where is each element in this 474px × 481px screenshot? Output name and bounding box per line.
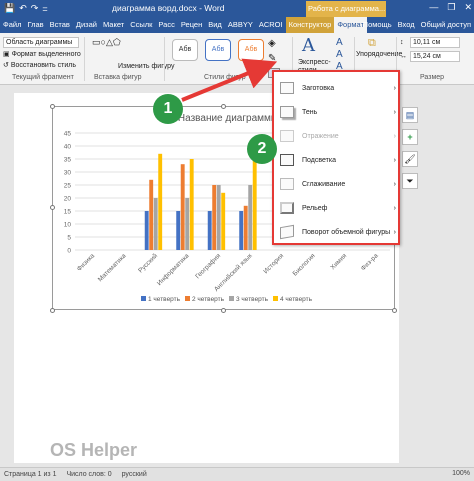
status-right: 100% <box>452 470 470 477</box>
watermark-logo: OS Helper <box>18 438 158 464</box>
watermark-text: OS Helper <box>50 440 138 460</box>
callout-1: 1 <box>153 94 183 124</box>
page-count[interactable]: Страница 1 из 1 <box>4 471 56 478</box>
callout-2: 2 <box>247 134 277 164</box>
annotation-arrow <box>181 58 278 102</box>
status-bar: Страница 1 из 1 Число слов: 0 русский 10… <box>0 467 474 481</box>
word-count[interactable]: Число слов: 0 <box>66 471 111 478</box>
zoom-level[interactable]: 100% <box>452 470 470 477</box>
language[interactable]: русский <box>122 471 147 478</box>
